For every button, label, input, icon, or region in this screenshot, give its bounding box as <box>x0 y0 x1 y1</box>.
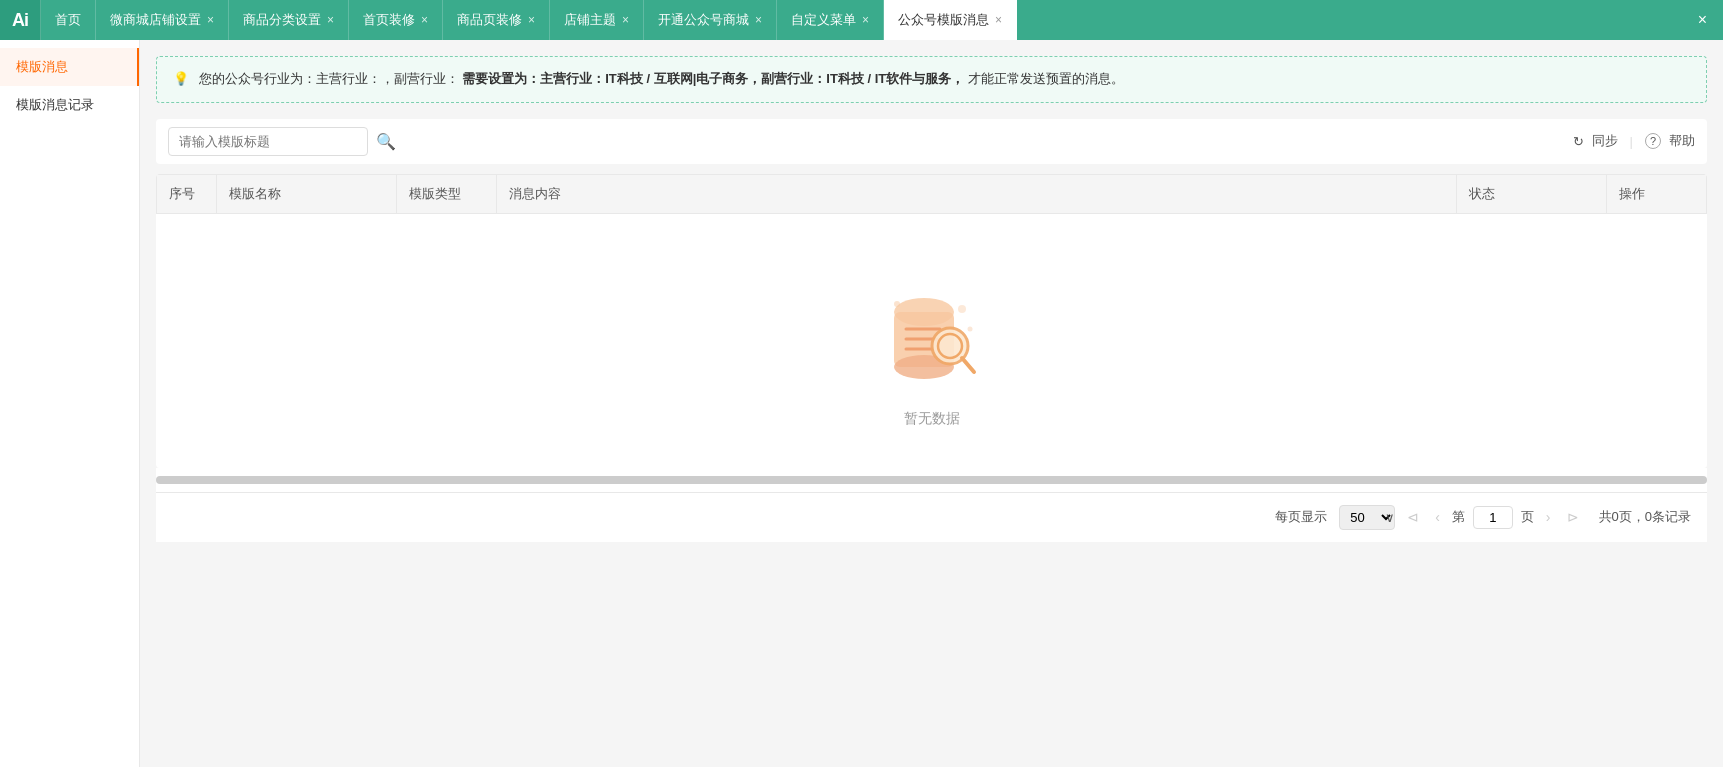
page-number-input[interactable] <box>1473 506 1513 529</box>
help-icon: ? <box>1645 133 1661 149</box>
notice-icon: 💡 <box>173 71 189 86</box>
next-page-button[interactable]: › <box>1542 507 1555 527</box>
prev-page-button[interactable]: ‹ <box>1431 507 1444 527</box>
content-area: 💡 您的公众号行业为：主营行业：，副营行业： 需要设置为：主营行业：IT科技 /… <box>140 40 1723 767</box>
col-header-action: 操作 <box>1607 174 1707 213</box>
col-header-type: 模版类型 <box>397 174 497 213</box>
tab-logo: Ai <box>0 0 41 40</box>
last-page-button[interactable]: ⊳ <box>1563 507 1583 527</box>
main-layout: 模版消息 模版消息记录 💡 您的公众号行业为：主营行业：，副营行业： 需要设置为… <box>0 40 1723 767</box>
toolbar-right: ↻ 同步 | ? 帮助 <box>1573 132 1695 150</box>
tab-open-mall[interactable]: 开通公众号商城 × <box>644 0 777 40</box>
tab-close-open-mall[interactable]: × <box>755 13 762 27</box>
table-container: 序号 模版名称 模版类型 消息内容 状态 操作 <box>156 174 1707 492</box>
empty-illustration <box>872 274 992 394</box>
tab-product-decoration[interactable]: 商品页装修 × <box>443 0 550 40</box>
divider: | <box>1630 134 1633 149</box>
notice-highlight: 需要设置为：主营行业：IT科技 / 互联网|电子商务，副营行业：IT科技 / I… <box>462 71 964 86</box>
toolbar: 🔍 ↻ 同步 | ? 帮助 <box>156 119 1707 164</box>
data-table: 序号 模版名称 模版类型 消息内容 状态 操作 <box>156 174 1707 468</box>
search-area: 🔍 <box>168 127 396 156</box>
help-button[interactable]: 帮助 <box>1669 132 1695 150</box>
tab-shop-settings[interactable]: 微商城店铺设置 × <box>96 0 229 40</box>
col-header-status: 状态 <box>1457 174 1607 213</box>
col-header-index: 序号 <box>157 174 217 213</box>
tab-home[interactable]: 首页 <box>41 0 96 40</box>
sidebar-item-template-msg[interactable]: 模版消息 <box>0 48 139 86</box>
search-input[interactable] <box>168 127 368 156</box>
horizontal-scrollbar[interactable] <box>156 476 1707 484</box>
empty-text: 暂无数据 <box>904 410 960 428</box>
global-close-button[interactable]: × <box>1682 11 1723 29</box>
tab-close-shop-settings[interactable]: × <box>207 13 214 27</box>
col-header-name: 模版名称 <box>217 174 397 213</box>
notice-box: 💡 您的公众号行业为：主营行业：，副营行业： 需要设置为：主营行业：IT科技 /… <box>156 56 1707 103</box>
sidebar-item-template-msg-log[interactable]: 模版消息记录 <box>0 86 139 124</box>
tab-template-msg[interactable]: 公众号模版消息 × <box>884 0 1017 40</box>
tab-close-category-settings[interactable]: × <box>327 13 334 27</box>
svg-point-9 <box>894 301 900 307</box>
tab-close-product-decoration[interactable]: × <box>528 13 535 27</box>
col-header-content: 消息内容 <box>497 174 1457 213</box>
svg-point-10 <box>958 305 966 313</box>
tab-close-custom-menu[interactable]: × <box>862 13 869 27</box>
tab-category-settings[interactable]: 商品分类设置 × <box>229 0 349 40</box>
page-unit-label: 页 <box>1521 508 1534 526</box>
page-di-label: 第 <box>1452 508 1465 526</box>
sync-icon: ↻ <box>1573 134 1584 149</box>
tab-shop-theme[interactable]: 店铺主题 × <box>550 0 644 40</box>
tab-close-template-msg[interactable]: × <box>995 13 1002 27</box>
page-size-select[interactable]: 50 10 20 100 <box>1339 505 1395 530</box>
sync-button[interactable]: 同步 <box>1592 132 1618 150</box>
sidebar: 模版消息 模版消息记录 <box>0 40 140 767</box>
svg-line-8 <box>962 358 974 372</box>
tab-close-homepage-decoration[interactable]: × <box>421 13 428 27</box>
pagination: 每页显示 50 10 20 100 ∨ ⊲ ‹ 第 页 › ⊳ 共0页，0条记录 <box>156 492 1707 542</box>
total-info: 共0页，0条记录 <box>1599 508 1691 526</box>
tab-close-shop-theme[interactable]: × <box>622 13 629 27</box>
search-button[interactable]: 🔍 <box>376 132 396 151</box>
page-size-label: 每页显示 <box>1275 508 1327 526</box>
empty-state: 暂无数据 <box>157 214 1707 468</box>
tab-bar: Ai 首页 微商城店铺设置 × 商品分类设置 × 首页装修 × 商品页装修 × … <box>0 0 1723 40</box>
tab-homepage-decoration[interactable]: 首页装修 × <box>349 0 443 40</box>
tab-custom-menu[interactable]: 自定义菜单 × <box>777 0 884 40</box>
first-page-button[interactable]: ⊲ <box>1403 507 1423 527</box>
svg-point-11 <box>967 326 972 331</box>
